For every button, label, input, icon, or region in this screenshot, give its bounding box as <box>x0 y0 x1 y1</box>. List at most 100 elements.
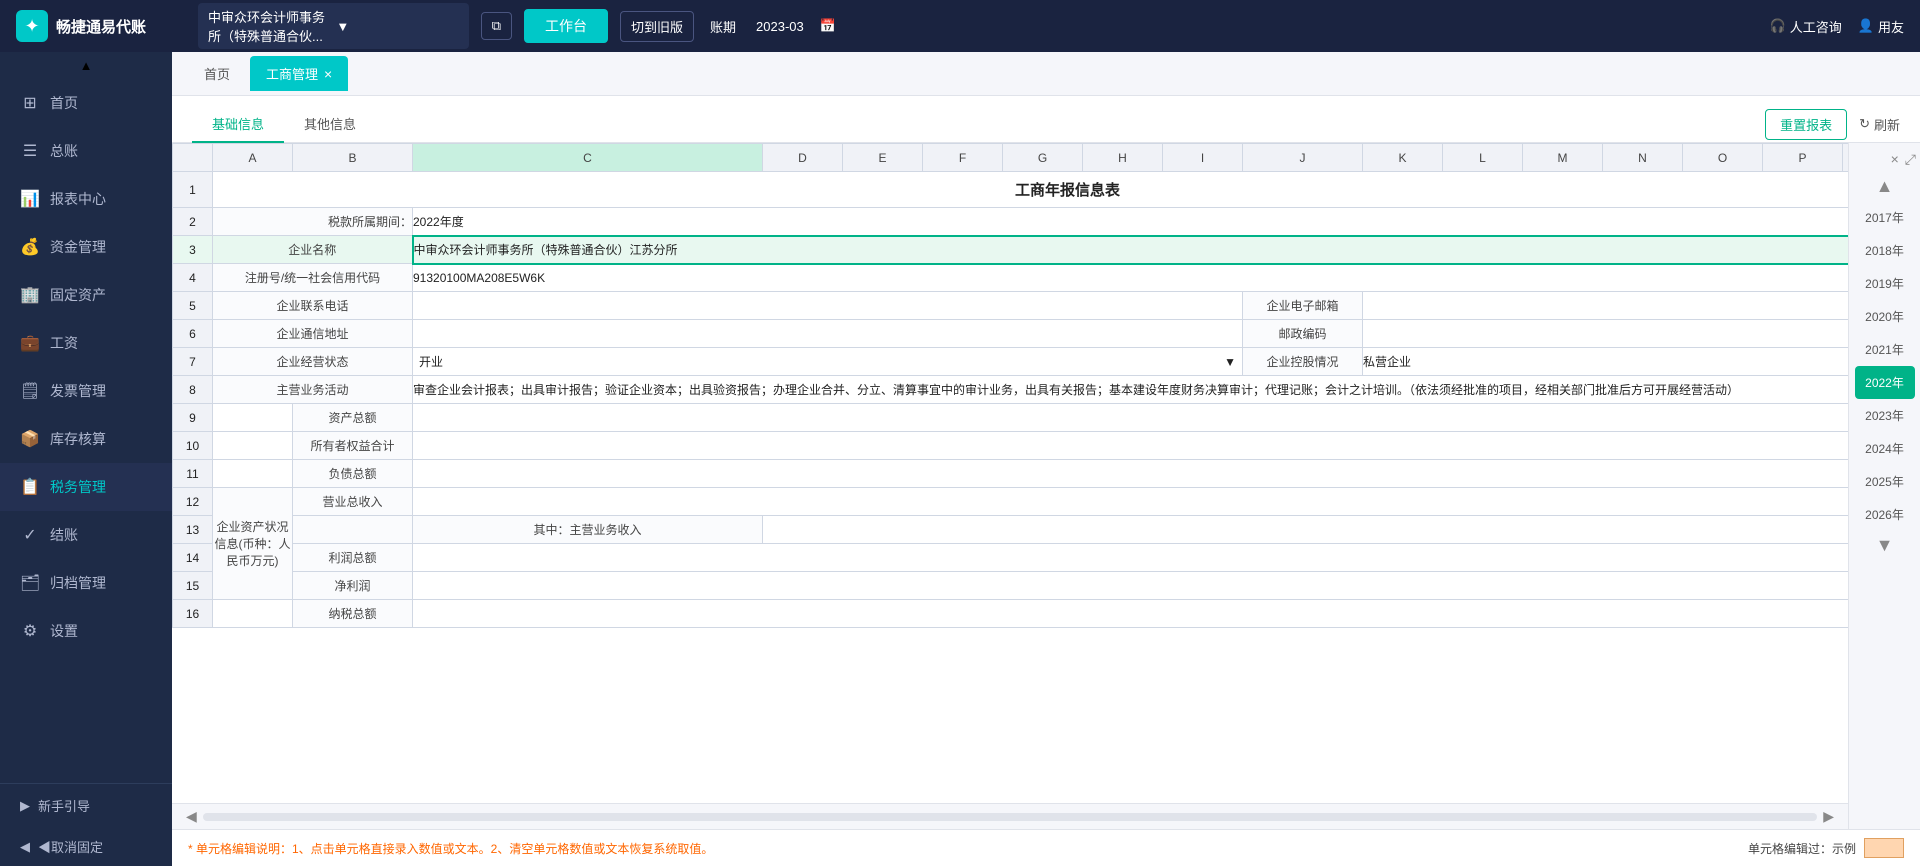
cell-10-value[interactable] <box>413 432 1849 460</box>
year-item-2017[interactable]: 2017年 <box>1855 201 1915 234</box>
col-header-n[interactable]: N <box>1603 144 1683 172</box>
reset-btn[interactable]: 重置报表 <box>1765 109 1847 140</box>
consult-btn[interactable]: 🎧 人工咨询 <box>1770 17 1842 36</box>
sidebar-item-home[interactable]: ⊞ 首页 <box>0 79 172 127</box>
calendar-icon[interactable]: 📅 <box>820 18 836 34</box>
col-header-i[interactable]: I <box>1163 144 1243 172</box>
h-scroll-right[interactable]: ▶ <box>1817 806 1840 827</box>
tab-active[interactable]: 工商管理 × <box>250 56 348 91</box>
sidebar-item-finance[interactable]: 💰 资金管理 <box>0 223 172 271</box>
year-item-2020[interactable]: 2020年 <box>1855 300 1915 333</box>
cell-6-postal[interactable] <box>1363 320 1849 348</box>
sidebar-item-ledger[interactable]: ☰ 总账 <box>0 127 172 175</box>
sidebar-item-inventory[interactable]: 📦 库存核算 <box>0 415 172 463</box>
sidebar-new-user[interactable]: ▶ 新手引导 <box>0 784 172 827</box>
h-scroll-bar[interactable]: ◀ ▶ <box>172 803 1848 829</box>
col-header-l[interactable]: L <box>1443 144 1523 172</box>
col-header-c[interactable]: C <box>413 144 763 172</box>
copy-button[interactable]: ⧉ <box>481 12 512 40</box>
cell-14-value[interactable] <box>413 544 1849 572</box>
sidebar-item-tax[interactable]: 📋 税务管理 <box>0 463 172 511</box>
cell-8-value[interactable]: 审查企业会计报表；出具审计报告；验证企业资本；出具验资报告；办理企业合并、分立、… <box>413 376 1849 404</box>
row-num-14: 14 <box>173 544 213 572</box>
cell-16-value[interactable] <box>413 600 1849 628</box>
headset-icon: 🎧 <box>1770 18 1786 34</box>
cell-12-value[interactable] <box>413 488 1849 516</box>
inventory-icon: 📦 <box>20 429 40 449</box>
table-and-year: A B C D E F G H I J <box>172 143 1920 829</box>
user-area[interactable]: 👤 用友 <box>1858 17 1904 36</box>
sub-tab-other[interactable]: 其他信息 <box>284 106 376 143</box>
table-row[interactable]: 3 企业名称 中审众环会计师事务所（特殊普通合伙）江苏分所 <box>173 236 1849 264</box>
sidebar-item-invoice[interactable]: 🗒 发票管理 <box>0 367 172 415</box>
cell-5-email[interactable] <box>1363 292 1849 320</box>
row-num-15: 15 <box>173 572 213 600</box>
cell-6-address[interactable] <box>413 320 1243 348</box>
col-header-j[interactable]: J <box>1243 144 1363 172</box>
col-header-k[interactable]: K <box>1363 144 1443 172</box>
row-num-10: 10 <box>173 432 213 460</box>
year-item-2021[interactable]: 2021年 <box>1855 333 1915 366</box>
sidebar-item-settings[interactable]: ⚙ 设置 <box>0 607 172 655</box>
year-item-2026[interactable]: 2026年 <box>1855 498 1915 531</box>
cell-5-phone[interactable] <box>413 292 1243 320</box>
sidebar-item-closing[interactable]: ✓ 结账 <box>0 511 172 559</box>
year-scroll-down[interactable]: ▼ <box>1872 531 1898 560</box>
col-header-m[interactable]: M <box>1523 144 1603 172</box>
ledger-icon: ☰ <box>20 141 40 161</box>
table-wrapper[interactable]: A B C D E F G H I J <box>172 143 1848 803</box>
sidebar-cancel-pin[interactable]: ◀ ◀取消固定 <box>0 827 172 866</box>
cell-11-value[interactable] <box>413 460 1849 488</box>
period-value: 2023-03 <box>756 19 804 34</box>
year-item-2023[interactable]: 2023年 <box>1855 399 1915 432</box>
logo-area: ✦ 畅捷通易代账 <box>16 10 186 42</box>
col-header-h[interactable]: H <box>1083 144 1163 172</box>
year-item-2024[interactable]: 2024年 <box>1855 432 1915 465</box>
close-icon[interactable]: × <box>1891 151 1899 168</box>
col-header-b[interactable]: B <box>293 144 413 172</box>
refresh-btn[interactable]: ↻ 刷新 <box>1859 115 1900 134</box>
col-header-f[interactable]: F <box>923 144 1003 172</box>
col-header-d[interactable]: D <box>763 144 843 172</box>
tab-close-icon[interactable]: × <box>324 66 332 82</box>
col-header-o[interactable]: O <box>1683 144 1763 172</box>
year-item-2022[interactable]: 2022年 <box>1855 366 1915 399</box>
content-area: 首页 工商管理 × 基础信息 其他信息 重置报表 ↻ 刷新 <box>172 52 1920 866</box>
cell-13-value[interactable] <box>763 516 1849 544</box>
expand-icon[interactable]: ⤢ <box>1905 151 1916 168</box>
col-header-p[interactable]: P <box>1763 144 1843 172</box>
h-scroll-left[interactable]: ◀ <box>180 806 203 827</box>
cell-9-value[interactable] <box>413 404 1849 432</box>
cell-7-control-value[interactable]: 私营企业 <box>1363 348 1849 376</box>
cell-15-value[interactable] <box>413 572 1849 600</box>
company-selector[interactable]: 中审众环会计师事务所（特殊普通合伙... ▼ <box>198 3 469 49</box>
cell-2-value[interactable]: 2022年度 <box>413 208 1849 236</box>
sidebar-item-payroll[interactable]: 💼 工资 <box>0 319 172 367</box>
workbench-button[interactable]: 工作台 <box>524 9 608 43</box>
col-header-a[interactable]: A <box>213 144 293 172</box>
guide-icon: ▶ <box>20 798 30 814</box>
tab-home[interactable]: 首页 <box>188 56 246 91</box>
col-header-e[interactable]: E <box>843 144 923 172</box>
cell-9-a <box>213 404 293 432</box>
col-header-q[interactable]: Q <box>1843 144 1849 172</box>
switch-old-button[interactable]: 切到旧版 <box>620 11 694 42</box>
sub-tab-basic[interactable]: 基础信息 <box>192 106 284 143</box>
cell-5-email-label: 企业电子邮箱 <box>1243 292 1363 320</box>
dropdown-icon[interactable]: ▼ <box>1224 355 1236 369</box>
year-item-2019[interactable]: 2019年 <box>1855 267 1915 300</box>
cell-11-b: 负债总额 <box>293 460 413 488</box>
sidebar-scroll-up[interactable]: ▲ <box>0 52 172 79</box>
sidebar-item-assets[interactable]: 🏢 固定资产 <box>0 271 172 319</box>
sidebar-item-archive[interactable]: 🗂 归档管理 <box>0 559 172 607</box>
sidebar-item-reports[interactable]: 📊 报表中心 <box>0 175 172 223</box>
col-header-g[interactable]: G <box>1003 144 1083 172</box>
cell-3-value[interactable]: 中审众环会计师事务所（特殊普通合伙）江苏分所 <box>413 236 1849 264</box>
cell-4-value[interactable]: 91320100MA208E5W6K <box>413 264 1849 292</box>
edited-label: 单元格编辑过：示例 <box>1748 840 1856 857</box>
h-scroll-track[interactable] <box>203 813 1817 821</box>
year-item-2025[interactable]: 2025年 <box>1855 465 1915 498</box>
year-scroll-up[interactable]: ▲ <box>1872 172 1898 201</box>
cell-7-status[interactable]: 开业 ▼ <box>413 348 1243 376</box>
year-item-2018[interactable]: 2018年 <box>1855 234 1915 267</box>
